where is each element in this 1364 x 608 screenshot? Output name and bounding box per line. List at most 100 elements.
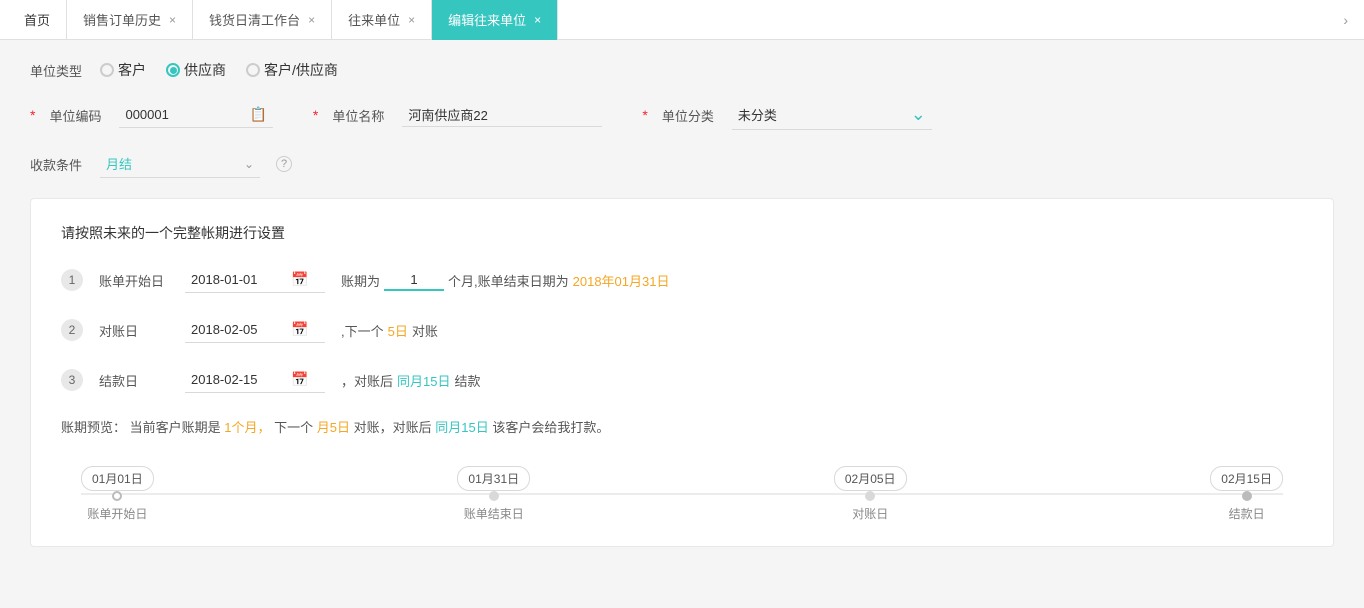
tl-dot-3 (1242, 491, 1252, 501)
tab-cash-workbench-close[interactable]: × (308, 13, 315, 27)
step-2-desc-suffix: 对账 (412, 321, 438, 340)
step-3-highlight: 同月15日 (397, 371, 450, 390)
unit-category-value: 未分类 (738, 105, 907, 124)
step-1-description: 账期为 个月,账单结束日期为 2018年01月31日 (341, 270, 669, 291)
step-1-date-input[interactable] (191, 272, 291, 287)
tab-cash-workbench-label: 钱货日清工作台 (209, 10, 300, 29)
timeline: 01月01日 账单开始日 01月31日 账单结束日 02月05日 对账日 02月… (61, 466, 1303, 522)
radio-customer[interactable]: 客户 (100, 60, 146, 80)
step-1-calendar-icon[interactable]: 📅 (291, 271, 308, 288)
tabs-bar: 首页 销售订单历史 × 钱货日清工作台 × 往来单位 × 编辑往来单位 × › (0, 0, 1364, 40)
step-1-label: 账单开始日 (99, 271, 169, 290)
unit-type-row: 单位类型 客户 供应商 客户/供应商 (30, 60, 1334, 80)
tab-partner-units[interactable]: 往来单位 × (332, 0, 432, 40)
tl-label-0: 账单开始日 (87, 505, 147, 522)
tab-home[interactable]: 首页 (8, 0, 67, 40)
unit-code-label: 单位编码 (49, 106, 101, 125)
radio-both-circle (246, 63, 260, 77)
step-2-calendar-icon[interactable]: 📅 (291, 321, 308, 338)
payment-terms-row: 收款条件 月结 ⌄ ? (30, 150, 1334, 178)
tab-edit-partner[interactable]: 编辑往来单位 × (432, 0, 558, 40)
tab-edit-partner-close[interactable]: × (534, 13, 541, 27)
tab-partner-units-close[interactable]: × (408, 13, 415, 27)
step-2-desc-prefix: ,下一个 (341, 321, 384, 340)
payment-terms-select[interactable]: 月结 ⌄ (100, 150, 260, 178)
tl-dot-1 (489, 491, 499, 501)
step-1-date-field: 📅 (185, 267, 325, 293)
step-1-row: 1 账单开始日 📅 账期为 个月,账单结束日期为 2018年01月31日 (61, 267, 1303, 293)
preview-text1: 当前客户账期是 (130, 420, 221, 435)
tabs-arrow[interactable]: › (1335, 12, 1356, 28)
step-3-date-input[interactable] (191, 372, 291, 387)
payment-terms-label: 收款条件 (30, 155, 82, 174)
step-1-desc-prefix: 账期为 (341, 271, 380, 290)
tl-label-1: 账单结束日 (464, 505, 524, 522)
radio-customer-circle (100, 63, 114, 77)
tl-label-3: 结款日 (1229, 505, 1265, 522)
timeline-point-1: 01月31日 账单结束日 (457, 466, 530, 522)
radio-supplier[interactable]: 供应商 (166, 60, 226, 80)
preview-text3: 对账，对账后 (354, 420, 432, 435)
unit-code-input[interactable] (125, 107, 245, 122)
radio-both-label: 客户/供应商 (264, 60, 338, 80)
step-3-date-field: 📅 (185, 367, 325, 393)
tab-sales-history-close[interactable]: × (169, 13, 176, 27)
radio-both[interactable]: 客户/供应商 (246, 60, 338, 80)
unit-code-field: 📋 (119, 102, 272, 128)
radio-customer-label: 客户 (118, 60, 146, 80)
step-3-description: ，对账后 同月15日 结款 (341, 371, 481, 390)
tab-sales-history-label: 销售订单历史 (83, 10, 161, 29)
tab-home-label: 首页 (24, 10, 50, 29)
main-content: 单位类型 客户 供应商 客户/供应商 * 单位编码 📋 * 单位名称 * (0, 40, 1364, 608)
step-2-highlight: 5日 (388, 321, 408, 340)
tab-cash-workbench[interactable]: 钱货日清工作台 × (193, 0, 332, 40)
step-3-label: 结款日 (99, 371, 169, 390)
preview-text: 账期预览： 当前客户账期是 1个月， 下一个 月5日 对账，对账后 同月15日 … (61, 417, 1303, 436)
timeline-point-2: 02月05日 对账日 (834, 466, 907, 522)
unit-code-icon[interactable]: 📋 (249, 106, 266, 123)
preview-highlight3: 同月15日 (435, 420, 488, 435)
payment-terms-help-icon[interactable]: ? (276, 156, 292, 172)
preview-highlight2: 月5日 (317, 420, 350, 435)
unit-category-dropdown[interactable]: 未分类 ⌄ (732, 100, 932, 130)
step-3-desc-prefix: ，对账后 (341, 371, 393, 390)
unit-name-input[interactable] (402, 103, 602, 127)
tab-sales-history[interactable]: 销售订单历史 × (67, 0, 193, 40)
tl-badge-1: 01月31日 (457, 466, 530, 491)
preview-text2: 下一个 (274, 420, 313, 435)
inner-card: 请按照未来的一个完整帐期进行设置 1 账单开始日 📅 账期为 个月,账单结束日期… (30, 198, 1334, 547)
tl-dot-2 (865, 491, 875, 501)
step-1-end-date: 2018年01月31日 (573, 271, 670, 290)
card-instruction: 请按照未来的一个完整帐期进行设置 (61, 223, 1303, 243)
radio-supplier-label: 供应商 (184, 60, 226, 80)
step-2-date-input[interactable] (191, 322, 291, 337)
step-2-num: 2 (61, 319, 83, 341)
timeline-points: 01月01日 账单开始日 01月31日 账单结束日 02月05日 对账日 02月… (81, 466, 1283, 522)
step-2-description: ,下一个 5日 对账 (341, 321, 438, 340)
preview-label: 账期预览： (61, 420, 126, 435)
tl-badge-2: 02月05日 (834, 466, 907, 491)
payment-terms-value: 月结 (106, 154, 240, 173)
tl-dot-0 (112, 491, 122, 501)
tab-partner-units-label: 往来单位 (348, 10, 400, 29)
radio-supplier-circle (166, 63, 180, 77)
unit-cat-star: * (642, 107, 647, 123)
unit-info-row: * 单位编码 📋 * 单位名称 * 单位分类 未分类 ⌄ (30, 100, 1334, 130)
payment-terms-arrow: ⌄ (244, 157, 254, 171)
step-1-period-input[interactable] (384, 270, 444, 291)
unit-type-label: 单位类型 (30, 61, 82, 80)
step-2-date-field: 📅 (185, 317, 325, 343)
unit-category-arrow: ⌄ (911, 104, 926, 125)
timeline-point-0: 01月01日 账单开始日 (81, 466, 154, 522)
preview-highlight1: 1个月， (224, 420, 270, 435)
step-3-calendar-icon[interactable]: 📅 (291, 371, 308, 388)
step-3-num: 3 (61, 369, 83, 391)
step-1-num: 1 (61, 269, 83, 291)
tl-badge-0: 01月01日 (81, 466, 154, 491)
timeline-point-3: 02月15日 结款日 (1210, 466, 1283, 522)
radio-group-unit-type: 客户 供应商 客户/供应商 (100, 60, 338, 80)
unit-name-star: * (313, 107, 318, 123)
tl-badge-3: 02月15日 (1210, 466, 1283, 491)
step-2-label: 对账日 (99, 321, 169, 340)
preview-text4: 该客户会给我打款。 (492, 420, 609, 435)
